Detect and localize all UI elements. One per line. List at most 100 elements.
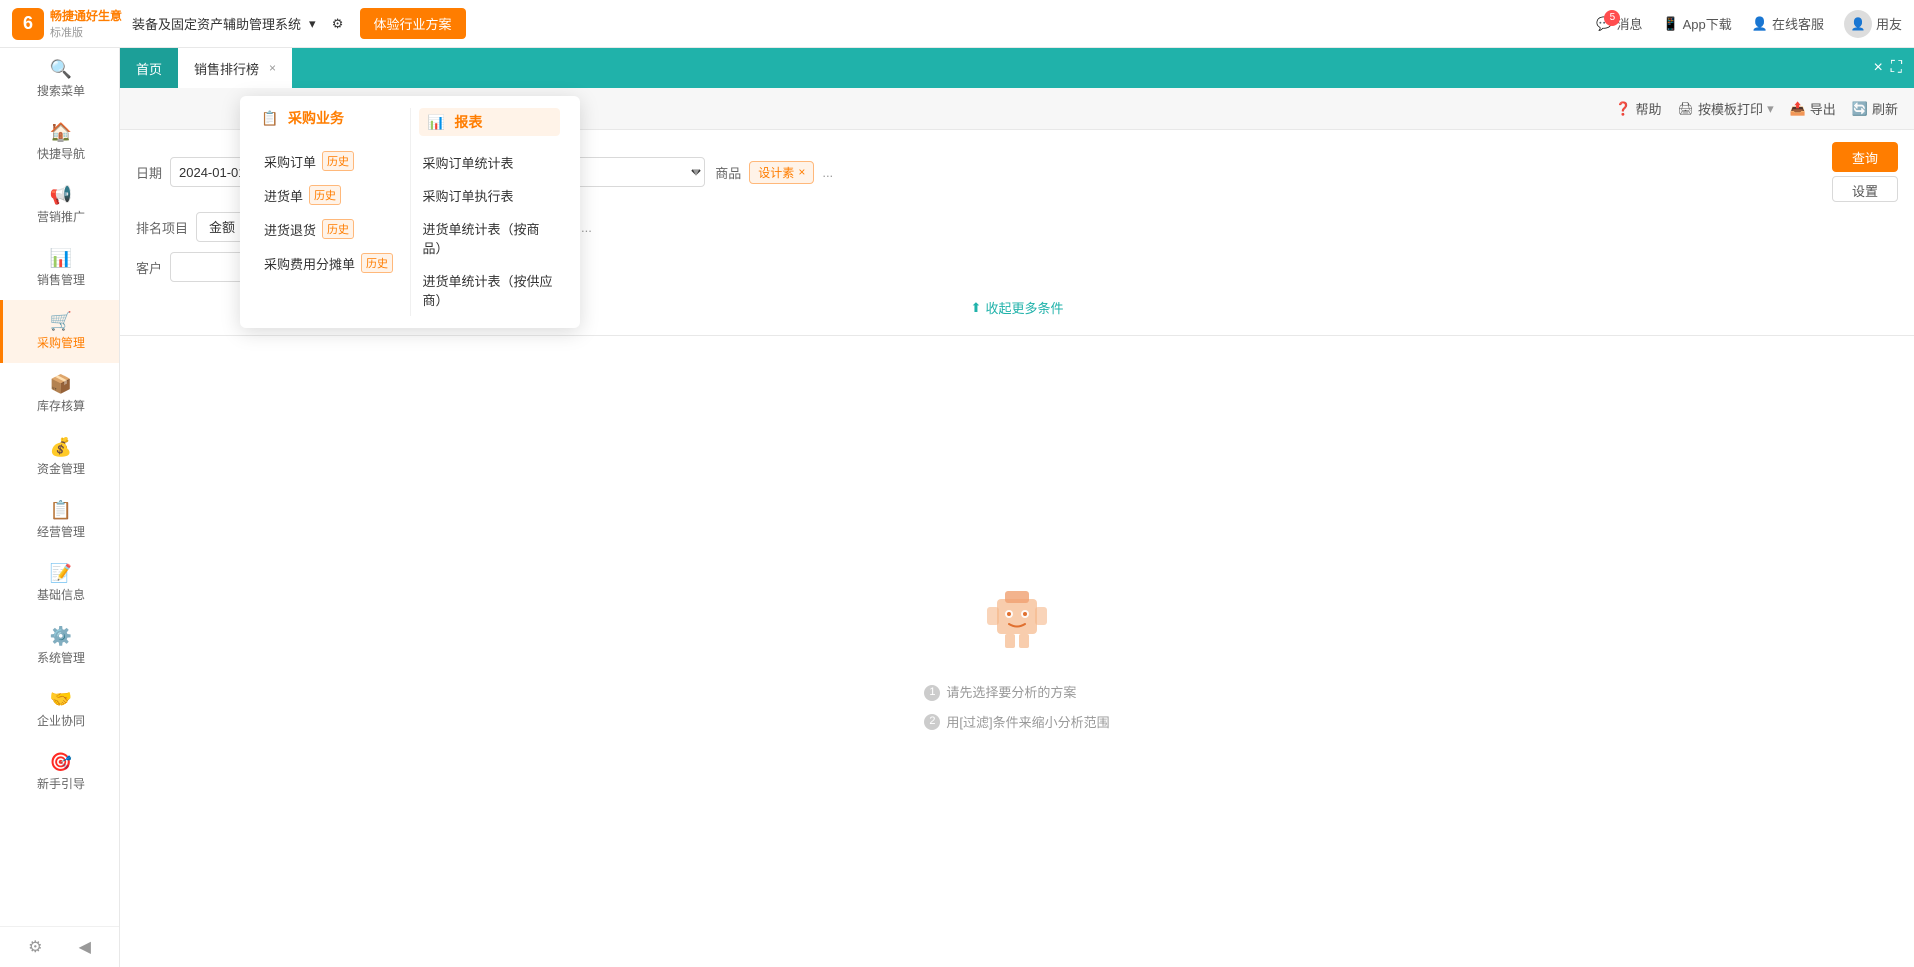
goods-label: 商品 <box>715 163 741 182</box>
tip-num-2: 2 <box>924 714 940 730</box>
notification-label: 消息 <box>1616 14 1642 33</box>
marketing-icon: 📢 <box>50 186 72 204</box>
sidebar-item-marketing[interactable]: 📢 营销推广 <box>0 174 119 237</box>
collapse-label: 收起更多条件 <box>985 298 1063 317</box>
menu-item-purchase-order-stats[interactable]: 采购订单统计表 <box>419 146 561 179</box>
menu-item-stock-in-stats-goods[interactable]: 进货单统计表（按商品） <box>419 212 561 264</box>
tab-sales-rank[interactable]: 销售排行榜 × <box>178 48 292 88</box>
rank-item-label: 排名项目 <box>136 218 188 237</box>
tab-close-icon[interactable]: × <box>269 61 276 75</box>
purchase-order-label: 采购订单 <box>264 152 316 171</box>
help-button[interactable]: ❓ 帮助 <box>1615 99 1661 118</box>
goods-tag-value: 设计素 <box>758 164 794 181</box>
goods-tag: 设计素 × <box>749 161 814 184</box>
collapse-up-icon: ⬆ <box>971 300 982 316</box>
system-title-area: 装备及固定资产辅助管理系统 ▾ ⚙ 体验行业方案 <box>132 8 1596 39</box>
sidebar-item-business[interactable]: 📋 经营管理 <box>0 489 119 552</box>
stock-in-label: 进货单 <box>264 186 303 205</box>
empty-tips: 1 请先选择要分析的方案 2 用[过滤]条件来缩小分析范围 <box>924 681 1109 734</box>
report-menu-icon: 📊 <box>427 112 447 132</box>
salesperson-dots[interactable]: ... <box>581 220 592 235</box>
system-icon: ⚙️ <box>50 627 72 645</box>
system-settings-icon[interactable]: ⚙ <box>324 10 352 38</box>
sidebar-label-enterprise: 企业协同 <box>37 712 85 729</box>
customer-label: 客户 <box>136 258 162 277</box>
goods-filter: 商品 设计素 × ... <box>715 161 833 184</box>
print-dropdown-icon[interactable]: ▾ <box>1767 101 1774 117</box>
sidebar-item-finance[interactable]: 💰 资金管理 <box>0 426 119 489</box>
purchase-dropdown-menu: 📋 采购业务 采购订单 历史 进货单 历史 进货退货 历史 <box>240 96 580 328</box>
top-header: 6 畅捷通好生意 标准版 装备及固定资产辅助管理系统 ▾ ⚙ 体验行业方案 💬 … <box>0 0 1914 48</box>
report-menu-header: 📊 报表 <box>419 108 561 136</box>
stock-in-history[interactable]: 历史 <box>309 185 341 205</box>
sidebar-item-sales[interactable]: 📊 销售管理 <box>0 237 119 300</box>
action-buttons: 查询 设置 <box>1832 142 1898 202</box>
query-button[interactable]: 查询 <box>1832 142 1898 172</box>
basic-info-icon: 📝 <box>50 564 72 582</box>
purchase-order-history[interactable]: 历史 <box>322 151 354 171</box>
menu-item-purchase-order[interactable]: 采购订单 历史 <box>260 144 402 178</box>
tab-home[interactable]: 首页 <box>120 48 178 88</box>
sidebar: 🔍 搜索菜单 🏠 快捷导航 📢 营销推广 📊 销售管理 🛒 采购管理 📦 库存核… <box>0 48 120 967</box>
home-icon: 🏠 <box>50 123 72 141</box>
sidebar-label-business: 经营管理 <box>37 523 85 540</box>
industry-solution-button[interactable]: 体验行业方案 <box>360 8 466 39</box>
logo-area: 6 畅捷通好生意 标准版 <box>12 7 132 40</box>
sidebar-label-system: 系统管理 <box>37 649 85 666</box>
title-dropdown-arrow[interactable]: ▾ <box>309 16 316 32</box>
sidebar-label-quick-nav: 快捷导航 <box>37 145 85 162</box>
print-icon: 🖨 <box>1678 101 1695 117</box>
purchase-menu-column: 📋 采购业务 采购订单 历史 进货单 历史 进货退货 历史 <box>252 108 410 316</box>
online-service-area[interactable]: 👤 在线客服 <box>1752 14 1824 33</box>
goods-more-dots[interactable]: ... <box>822 165 833 180</box>
purchase-expense-label: 采购费用分摊单 <box>264 254 355 273</box>
finance-icon: 💰 <box>50 438 72 456</box>
print-button[interactable]: 🖨 按模板打印 ▾ <box>1678 99 1774 118</box>
user-avatar: 👤 <box>1844 10 1872 38</box>
tip-text-2: 用[过滤]条件来缩小分析范围 <box>946 711 1109 734</box>
goods-tag-close[interactable]: × <box>798 165 805 179</box>
sidebar-settings-button[interactable]: ⚙ <box>28 937 42 957</box>
app-download-area[interactable]: 📱 App下载 <box>1662 14 1731 33</box>
purchase-menu-title: 采购业务 <box>288 108 344 128</box>
sidebar-item-enterprise[interactable]: 🤝 企业协同 <box>0 678 119 741</box>
sidebar-item-search[interactable]: 🔍 搜索菜单 <box>0 48 119 111</box>
window-close-icon[interactable]: × <box>1873 59 1882 77</box>
purchase-order-exec-label: 采购订单执行表 <box>423 186 514 205</box>
sidebar-item-basic-info[interactable]: 📝 基础信息 <box>0 552 119 615</box>
menu-item-stock-return[interactable]: 进货退货 历史 <box>260 212 402 246</box>
sidebar-label-marketing: 营销推广 <box>37 208 85 225</box>
stock-return-history[interactable]: 历史 <box>322 219 354 239</box>
sidebar-collapse-button[interactable]: ◀ <box>79 937 91 957</box>
sidebar-item-quick-nav[interactable]: 🏠 快捷导航 <box>0 111 119 174</box>
menu-item-stock-in[interactable]: 进货单 历史 <box>260 178 402 212</box>
sidebar-item-system[interactable]: ⚙️ 系统管理 <box>0 615 119 678</box>
menu-item-purchase-order-exec[interactable]: 采购订单执行表 <box>419 179 561 212</box>
sidebar-item-purchase[interactable]: 🛒 采购管理 <box>0 300 119 363</box>
export-icon: 📤 <box>1790 101 1806 117</box>
notification-area[interactable]: 💬 5 消息 <box>1596 14 1642 33</box>
tip-text-1: 请先选择要分析的方案 <box>946 681 1076 704</box>
search-icon: 🔍 <box>50 60 72 78</box>
export-button[interactable]: 📤 导出 <box>1790 99 1836 118</box>
guide-icon: 🎯 <box>50 753 72 771</box>
menu-item-purchase-expense[interactable]: 采购费用分摊单 历史 <box>260 246 402 280</box>
sales-icon: 📊 <box>50 249 72 267</box>
date-label: 日期 <box>136 163 162 182</box>
sidebar-item-inventory[interactable]: 📦 库存核算 <box>0 363 119 426</box>
purchase-menu-header: 📋 采购业务 <box>260 108 402 134</box>
logo-icon: 6 <box>12 8 44 40</box>
sidebar-label-finance: 资金管理 <box>37 460 85 477</box>
stock-return-label: 进货退货 <box>264 220 316 239</box>
sidebar-item-guide[interactable]: 🎯 新手引导 <box>0 741 119 804</box>
filter-settings-button[interactable]: 设置 <box>1832 176 1898 202</box>
refresh-button[interactable]: 🔄 刷新 <box>1852 99 1898 118</box>
tab-home-label: 首页 <box>136 59 162 78</box>
user-area[interactable]: 👤 用友 <box>1844 10 1902 38</box>
report-menu-title: 报表 <box>455 112 483 132</box>
menu-item-stock-in-stats-supplier[interactable]: 进货单统计表（按供应商） <box>419 264 561 316</box>
purchase-expense-history[interactable]: 历史 <box>361 253 393 273</box>
window-expand-icon[interactable]: ⛶ <box>1891 59 1902 77</box>
help-icon: ❓ <box>1615 101 1631 117</box>
sidebar-bottom: ⚙ ◀ <box>0 926 119 967</box>
